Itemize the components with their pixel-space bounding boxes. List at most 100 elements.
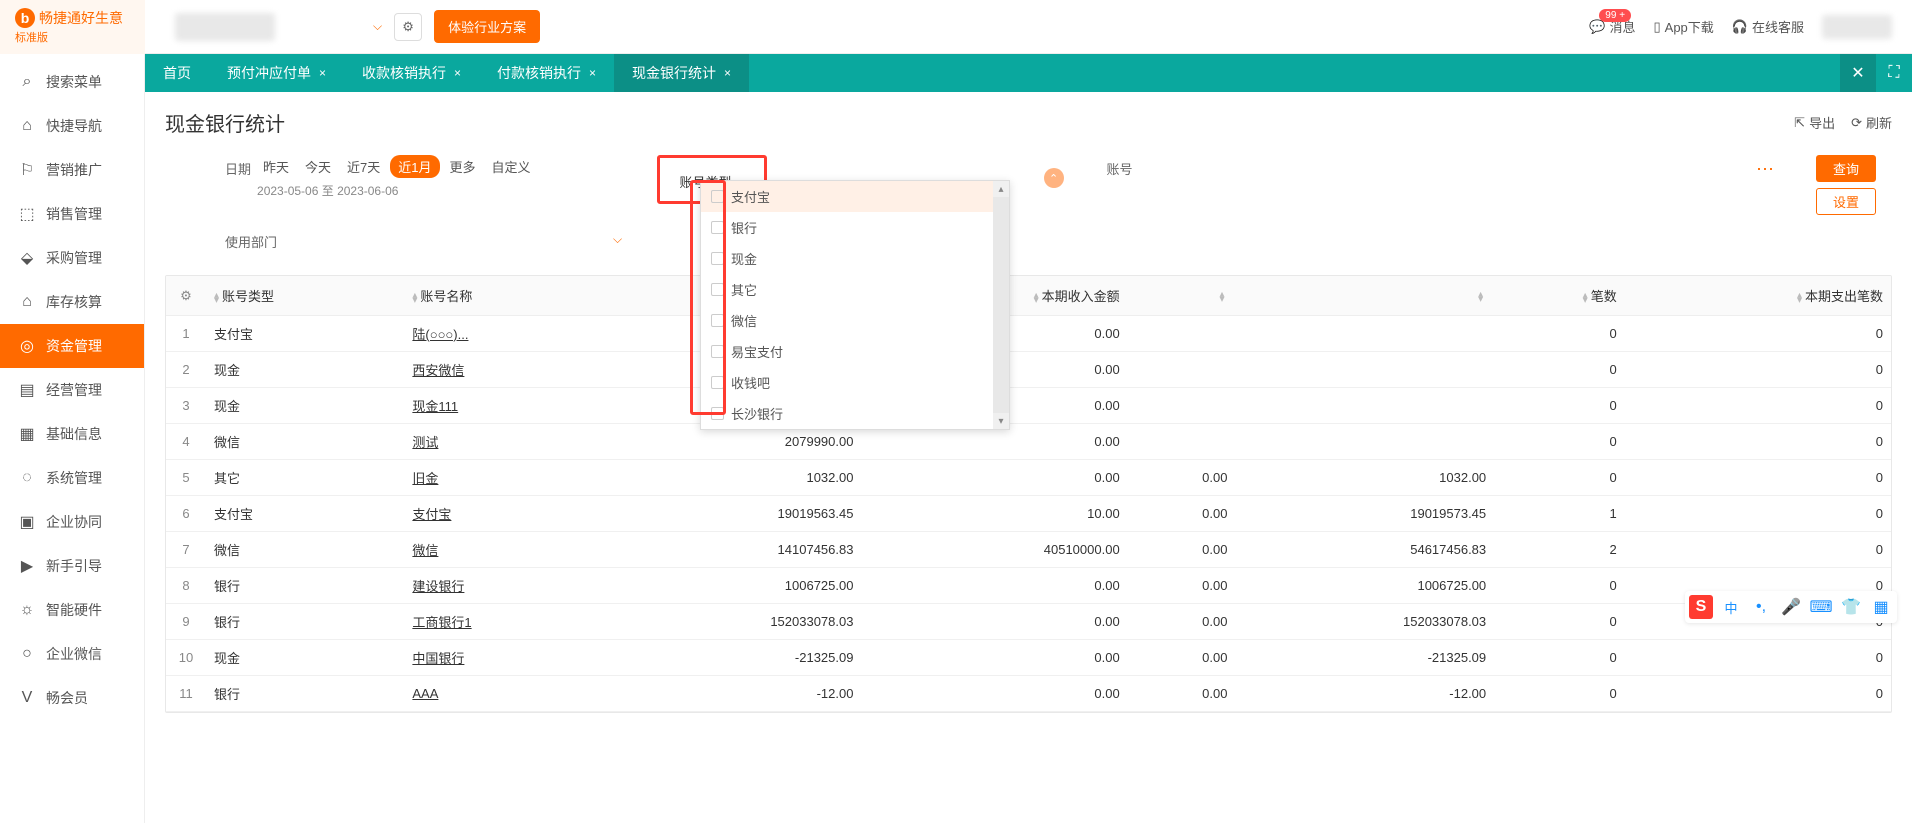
dropdown-item-3[interactable]: 其它 xyxy=(701,274,1009,305)
dropdown-scrollbar[interactable]: ▴ ▾ xyxy=(993,181,1009,429)
column-header-4[interactable]: ▴▾ xyxy=(1128,276,1236,316)
sidebar-item-12[interactable]: ☼智能硬件 xyxy=(0,588,144,632)
keyboard-icon[interactable]: ⌨ xyxy=(1809,595,1833,619)
date-option-2[interactable]: 近7天 xyxy=(341,155,386,178)
column-header-0[interactable]: ▴▾账号类型 xyxy=(206,276,404,316)
checkbox-icon[interactable] xyxy=(711,283,724,296)
date-option-1[interactable]: 今天 xyxy=(299,155,337,178)
scroll-down-icon[interactable]: ▾ xyxy=(993,413,1009,429)
query-button[interactable]: 查询 xyxy=(1816,155,1876,182)
sidebar-item-9[interactable]: ◌系统管理 xyxy=(0,456,144,500)
sort-icon[interactable]: ▴▾ xyxy=(1797,293,1802,303)
account-type-dropdown[interactable]: 支付宝银行现金其它微信易宝支付收钱吧长沙银行 ▴ ▾ xyxy=(700,180,1010,430)
sidebar-item-8[interactable]: ▦基础信息 xyxy=(0,412,144,456)
sort-icon[interactable]: ▴▾ xyxy=(1478,292,1483,302)
ime-toolbar[interactable]: S 中 •, 🎤 ⌨ 👕 ▦ xyxy=(1685,591,1897,623)
cell-name-link[interactable]: 现金111 xyxy=(404,388,602,424)
cell-name-link[interactable]: 旧金 xyxy=(404,460,602,496)
cell-name-link[interactable]: 西安微信 xyxy=(404,352,602,388)
column-header-7[interactable]: ▴▾本期支出笔数 xyxy=(1625,276,1891,316)
tab-0[interactable]: 首页 xyxy=(145,54,209,92)
sidebar-item-13[interactable]: ○企业微信 xyxy=(0,632,144,676)
messages-button[interactable]: 💬 消息 99 + xyxy=(1589,17,1635,36)
refresh-button[interactable]: ⟳ 刷新 xyxy=(1851,113,1892,132)
user-name-blur[interactable] xyxy=(1822,15,1892,39)
fullscreen-button[interactable]: ⛶ xyxy=(1876,54,1912,92)
sidebar-item-1[interactable]: ⌂快捷导航 xyxy=(0,104,144,148)
cell-name-link[interactable]: AAA xyxy=(404,676,602,712)
checkbox-icon[interactable] xyxy=(711,407,724,420)
checkbox-icon[interactable] xyxy=(711,345,724,358)
sort-icon[interactable]: ▴▾ xyxy=(214,293,219,303)
dropdown-item-4[interactable]: 微信 xyxy=(701,305,1009,336)
sort-icon[interactable]: ▴▾ xyxy=(1034,293,1039,303)
cell-name-link[interactable]: 建设银行 xyxy=(404,568,602,604)
sidebar-item-11[interactable]: ▶新手引导 xyxy=(0,544,144,588)
checkbox-icon[interactable] xyxy=(711,252,724,265)
sidebar-item-2[interactable]: ⚐营销推广 xyxy=(0,148,144,192)
tab-4[interactable]: 现金银行统计× xyxy=(614,54,749,92)
sogou-icon[interactable]: S xyxy=(1689,595,1713,619)
dropdown-item-5[interactable]: 易宝支付 xyxy=(701,336,1009,367)
dropdown-item-7[interactable]: 长沙银行 xyxy=(701,398,1009,429)
cell-name-link[interactable]: 工商银行1 xyxy=(404,604,602,640)
cell-name-link[interactable]: 微信 xyxy=(404,532,602,568)
dropdown-item-1[interactable]: 银行 xyxy=(701,212,1009,243)
checkbox-icon[interactable] xyxy=(711,314,724,327)
date-option-3[interactable]: 近1月 xyxy=(390,155,439,178)
account-filter[interactable]: 账号 xyxy=(1107,155,1133,178)
department-input[interactable] xyxy=(285,227,605,251)
department-filter[interactable]: 使用部门 ⌵ xyxy=(225,227,622,251)
cell-name-link[interactable]: 测试 xyxy=(404,424,602,460)
dropdown-item-0[interactable]: 支付宝 xyxy=(701,181,1009,212)
ime-lang-button[interactable]: 中 xyxy=(1719,595,1743,619)
sort-icon[interactable]: ▴▾ xyxy=(1219,292,1224,302)
column-header-5[interactable]: ▴▾ xyxy=(1235,276,1494,316)
sort-icon[interactable]: ▴▾ xyxy=(1583,293,1588,303)
org-selector[interactable]: ⌵ xyxy=(175,13,382,41)
export-button[interactable]: ⇱ 导出 xyxy=(1794,113,1835,132)
try-plan-button[interactable]: 体验行业方案 xyxy=(434,10,540,43)
tab-3[interactable]: 付款核销执行× xyxy=(479,54,614,92)
support-button[interactable]: 🎧 在线客服 xyxy=(1732,17,1804,36)
settings-button[interactable]: 设置 xyxy=(1816,188,1876,215)
sidebar-item-7[interactable]: ▤经营管理 xyxy=(0,368,144,412)
sidebar-item-10[interactable]: ▣企业协同 xyxy=(0,500,144,544)
close-tab-button[interactable]: ✕ xyxy=(1840,54,1876,92)
close-icon[interactable]: × xyxy=(589,66,596,80)
column-header-6[interactable]: ▴▾笔数 xyxy=(1494,276,1625,316)
sort-icon[interactable]: ▴▾ xyxy=(412,293,417,303)
mic-icon[interactable]: 🎤 xyxy=(1779,595,1803,619)
ime-punct-icon[interactable]: •, xyxy=(1749,595,1773,619)
close-icon[interactable]: × xyxy=(454,66,461,80)
app-download-button[interactable]: ▯ App下载 xyxy=(1654,17,1714,36)
settings-button[interactable]: ⚙ xyxy=(394,13,422,41)
sidebar-item-4[interactable]: ⬙采购管理 xyxy=(0,236,144,280)
date-option-0[interactable]: 昨天 xyxy=(257,155,295,178)
cell-name-link[interactable]: 中国银行 xyxy=(404,640,602,676)
skin-icon[interactable]: 👕 xyxy=(1839,595,1863,619)
close-icon[interactable]: × xyxy=(724,66,731,80)
tab-2[interactable]: 收款核销执行× xyxy=(344,54,479,92)
close-icon[interactable]: × xyxy=(319,66,326,80)
date-option-4[interactable]: 更多 xyxy=(444,155,482,178)
sidebar-item-6[interactable]: ◎资金管理 xyxy=(0,324,144,368)
sidebar-item-0[interactable]: ⌕搜索菜单 xyxy=(0,60,144,104)
date-option-5[interactable]: 自定义 xyxy=(486,155,537,178)
more-filters-button[interactable]: ⋯ xyxy=(1756,155,1776,180)
checkbox-icon[interactable] xyxy=(711,190,724,203)
dropdown-item-6[interactable]: 收钱吧 xyxy=(701,367,1009,398)
sidebar-item-14[interactable]: V畅会员 xyxy=(0,676,144,720)
dropdown-item-2[interactable]: 现金 xyxy=(701,243,1009,274)
toolbox-icon[interactable]: ▦ xyxy=(1869,595,1893,619)
cell-name-link[interactable]: 支付宝 xyxy=(404,496,602,532)
table-settings-button[interactable]: ⚙ xyxy=(166,276,206,316)
scroll-up-icon[interactable]: ▴ xyxy=(993,181,1009,197)
sidebar-item-5[interactable]: ⌂库存核算 xyxy=(0,280,144,324)
tab-1[interactable]: 预付冲应付单× xyxy=(209,54,344,92)
cell-name-link[interactable]: 陆(○○○)... xyxy=(404,316,602,352)
checkbox-icon[interactable] xyxy=(711,221,724,234)
collapse-icon[interactable]: ⌃ xyxy=(1044,168,1064,188)
checkbox-icon[interactable] xyxy=(711,376,724,389)
column-header-1[interactable]: ▴▾账号名称 xyxy=(404,276,602,316)
